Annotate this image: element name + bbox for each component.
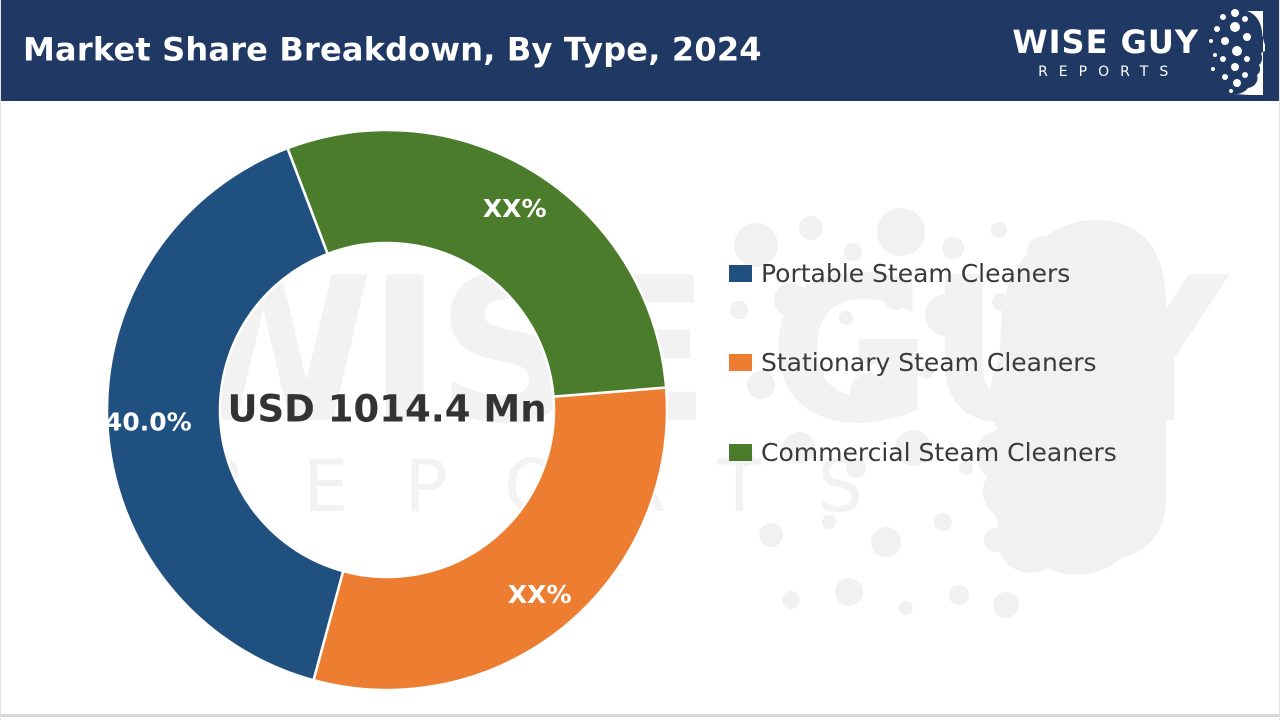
brand-logo: WISE GUY REPORTS [1012, 6, 1265, 96]
legend-swatch-2 [729, 353, 752, 371]
legend-label-1: Portable Steam Cleaners [761, 258, 1071, 288]
logo-head-icon [1209, 9, 1265, 95]
legend-swatch-1 [729, 264, 752, 282]
legend-label-3: Commercial Steam Cleaners [761, 437, 1117, 467]
slice-percentage-label-2: XX% [508, 580, 572, 609]
legend-item-3: Commercial Steam Cleaners [729, 437, 1117, 467]
donut-slice-3 [286, 128, 668, 398]
legend-item-2: Stationary Steam Cleaners [729, 347, 1097, 377]
legend-item-1: Portable Steam Cleaners [729, 258, 1070, 288]
bottom-divider [1, 714, 1279, 717]
donut-center-label: USD 1014.4 Mn [227, 387, 547, 431]
page-title: Market Share Breakdown, By Type, 2024 [23, 29, 762, 68]
slice-percentage-label-3: XX% [483, 194, 547, 223]
legend-label-2: Stationary Steam Cleaners [761, 347, 1097, 377]
donut-slice-2 [312, 386, 669, 692]
slice-percentage-label-1: 40.0% [105, 408, 192, 437]
logo-subtext: REPORTS [1038, 63, 1180, 80]
logo-wordmark: WISE GUY [1012, 22, 1199, 61]
legend-swatch-3 [729, 443, 752, 461]
header: Market Share Breakdown, By Type, 2024 WI… [1, 0, 1279, 101]
report-page: WISE GUY REPORTS Market Share Breakdown,… [0, 0, 1280, 720]
